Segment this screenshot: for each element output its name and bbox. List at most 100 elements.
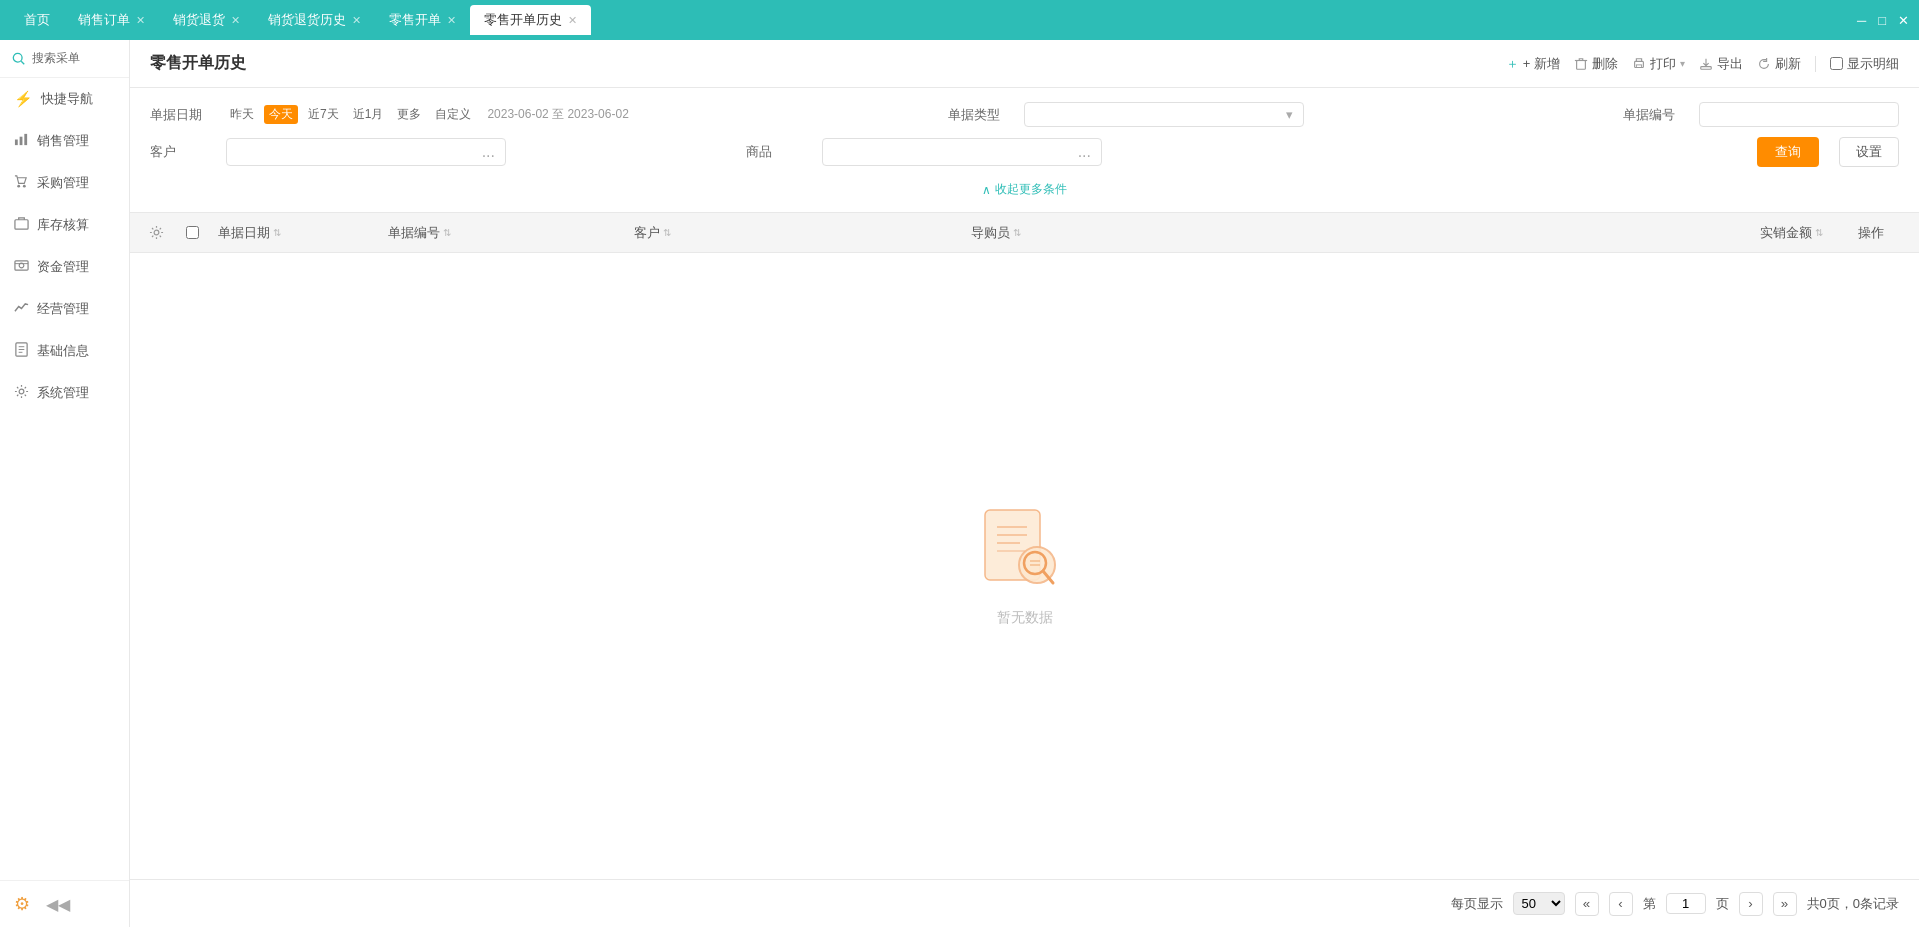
doc-no-input[interactable] — [1699, 102, 1899, 127]
sidebar-item-base-info[interactable]: 基础信息 — [0, 330, 129, 372]
empty-state: 暂无数据 — [130, 253, 1919, 879]
svg-point-6 — [23, 185, 26, 188]
table-settings-cell — [138, 225, 174, 240]
customer-input[interactable]: ... — [226, 138, 506, 166]
refresh-button[interactable]: 刷新 — [1757, 55, 1801, 73]
operations-icon — [14, 300, 29, 318]
sidebar-item-inventory[interactable]: 库存核算 — [0, 204, 129, 246]
sidebar-item-finance[interactable]: 资金管理 — [0, 246, 129, 288]
tab-sales-return[interactable]: 销货退货 ✕ — [159, 5, 254, 35]
svg-line-1 — [21, 61, 24, 64]
collapse-button[interactable]: ∧ 收起更多条件 — [982, 181, 1067, 198]
show-detail-input[interactable] — [1830, 57, 1843, 70]
settings-button[interactable]: 设置 — [1839, 137, 1899, 167]
date-1month[interactable]: 近1月 — [349, 105, 388, 124]
date-custom[interactable]: 自定义 — [431, 105, 475, 124]
finance-icon — [14, 258, 29, 276]
collapse-up-icon: ∧ — [982, 183, 991, 197]
sidebar-item-label: 基础信息 — [37, 342, 89, 360]
plus-icon: ＋ — [1506, 55, 1519, 73]
th-guide[interactable]: 导购员 ⇅ — [963, 224, 1133, 242]
table-checkbox-header[interactable] — [174, 226, 210, 239]
settings-gear-icon[interactable]: ⚙ — [14, 893, 30, 915]
query-button[interactable]: 查询 — [1757, 137, 1819, 167]
page-label-pre: 第 — [1643, 895, 1656, 913]
th-date[interactable]: 单据日期 ⇅ — [210, 224, 380, 242]
sidebar-item-sales-mgmt[interactable]: 销售管理 — [0, 120, 129, 162]
th-amount[interactable]: 实销金额 ⇅ — [1661, 224, 1831, 242]
last-page-button[interactable]: » — [1773, 892, 1797, 916]
doc-type-select[interactable]: ▾ — [1024, 102, 1304, 127]
sort-guide-icon: ⇅ — [1013, 227, 1021, 238]
tab-sales-return-history[interactable]: 销货退货历史 ✕ — [254, 5, 375, 35]
export-icon — [1699, 57, 1713, 71]
system-icon — [14, 384, 29, 402]
tab-sales-order[interactable]: 销售订单 ✕ — [64, 5, 159, 35]
next-page-button[interactable]: › — [1739, 892, 1763, 916]
select-all-checkbox[interactable] — [186, 226, 199, 239]
svg-rect-16 — [1577, 60, 1586, 69]
sidebar-item-label: 采购管理 — [37, 174, 89, 192]
purchase-icon — [14, 174, 29, 192]
toolbar-divider — [1815, 56, 1816, 72]
per-page-label: 每页显示 — [1451, 895, 1503, 913]
goods-label: 商品 — [746, 143, 802, 161]
search-icon — [12, 52, 26, 66]
date-7days[interactable]: 近7天 — [304, 105, 343, 124]
sidebar-item-purchase-mgmt[interactable]: 采购管理 — [0, 162, 129, 204]
toolbar: ＋ + 新增 删除 打印 ▾ 导出 刷新 — [1506, 55, 1899, 73]
show-detail-checkbox[interactable]: 显示明细 — [1830, 55, 1899, 73]
trash-icon — [1574, 57, 1588, 71]
collapse-row: ∧ 收起更多条件 — [150, 177, 1899, 198]
close-icon[interactable]: ✕ — [1898, 13, 1909, 28]
print-button[interactable]: 打印 ▾ — [1632, 55, 1685, 73]
date-label: 单据日期 — [150, 106, 206, 124]
date-more[interactable]: 更多 — [393, 105, 425, 124]
pin-icon[interactable]: ◀◀ — [46, 895, 70, 914]
filter-row-2: 客户 ... 商品 ... 查询 设置 — [150, 137, 1899, 167]
tab-home[interactable]: 首页 — [10, 5, 64, 35]
goods-dots-icon[interactable]: ... — [1078, 143, 1091, 161]
refresh-icon — [1757, 57, 1771, 71]
svg-point-0 — [13, 53, 22, 62]
export-button[interactable]: 导出 — [1699, 55, 1743, 73]
close-tab-sales-return-history[interactable]: ✕ — [352, 14, 361, 27]
table-gear-icon[interactable] — [149, 225, 164, 240]
first-page-button[interactable]: « — [1575, 892, 1599, 916]
minimize-icon[interactable]: ─ — [1857, 13, 1866, 28]
close-tab-sales-return[interactable]: ✕ — [231, 14, 240, 27]
sidebar-item-operations[interactable]: 经营管理 — [0, 288, 129, 330]
close-tab-retail-open[interactable]: ✕ — [447, 14, 456, 27]
svg-rect-7 — [15, 220, 28, 229]
date-today[interactable]: 今天 — [264, 105, 298, 124]
sort-amount-icon: ⇅ — [1815, 227, 1823, 238]
goods-input[interactable]: ... — [822, 138, 1102, 166]
th-customer[interactable]: 客户 ⇅ — [626, 224, 962, 242]
page-label-post: 页 — [1716, 895, 1729, 913]
prev-page-button[interactable]: ‹ — [1609, 892, 1633, 916]
base-info-icon — [14, 342, 29, 360]
svg-rect-2 — [15, 140, 18, 146]
add-button[interactable]: ＋ + 新增 — [1506, 55, 1560, 73]
sidebar-search[interactable]: 搜索采单 — [0, 40, 129, 78]
doc-type-label: 单据类型 — [948, 106, 1004, 124]
inventory-icon — [14, 216, 29, 234]
tab-retail-open[interactable]: 零售开单 ✕ — [375, 5, 470, 35]
close-tab-retail-open-history[interactable]: ✕ — [568, 14, 577, 27]
content-area: 零售开单历史 ＋ + 新增 删除 打印 ▾ 导出 — [130, 40, 1919, 927]
maximize-icon[interactable]: □ — [1878, 13, 1886, 28]
date-yesterday[interactable]: 昨天 — [226, 105, 258, 124]
per-page-select[interactable]: 10 20 50 100 — [1513, 892, 1565, 915]
customer-dots-icon[interactable]: ... — [482, 143, 495, 161]
sidebar-item-system-mgmt[interactable]: 系统管理 — [0, 372, 129, 414]
sidebar-item-quick-nav[interactable]: ⚡ 快捷导航 — [0, 78, 129, 120]
sidebar-item-label: 经营管理 — [37, 300, 89, 318]
page-number-input[interactable]: 1 — [1666, 893, 1706, 914]
pagination-bar: 每页显示 10 20 50 100 « ‹ 第 1 页 › » 共0页，0条记录 — [130, 879, 1919, 927]
th-docno[interactable]: 单据编号 ⇅ — [380, 224, 627, 242]
print-icon — [1632, 57, 1646, 71]
page-header: 零售开单历史 ＋ + 新增 删除 打印 ▾ 导出 — [130, 40, 1919, 88]
tab-retail-open-history[interactable]: 零售开单历史 ✕ — [470, 5, 591, 35]
delete-button[interactable]: 删除 — [1574, 55, 1618, 73]
close-tab-sales-order[interactable]: ✕ — [136, 14, 145, 27]
